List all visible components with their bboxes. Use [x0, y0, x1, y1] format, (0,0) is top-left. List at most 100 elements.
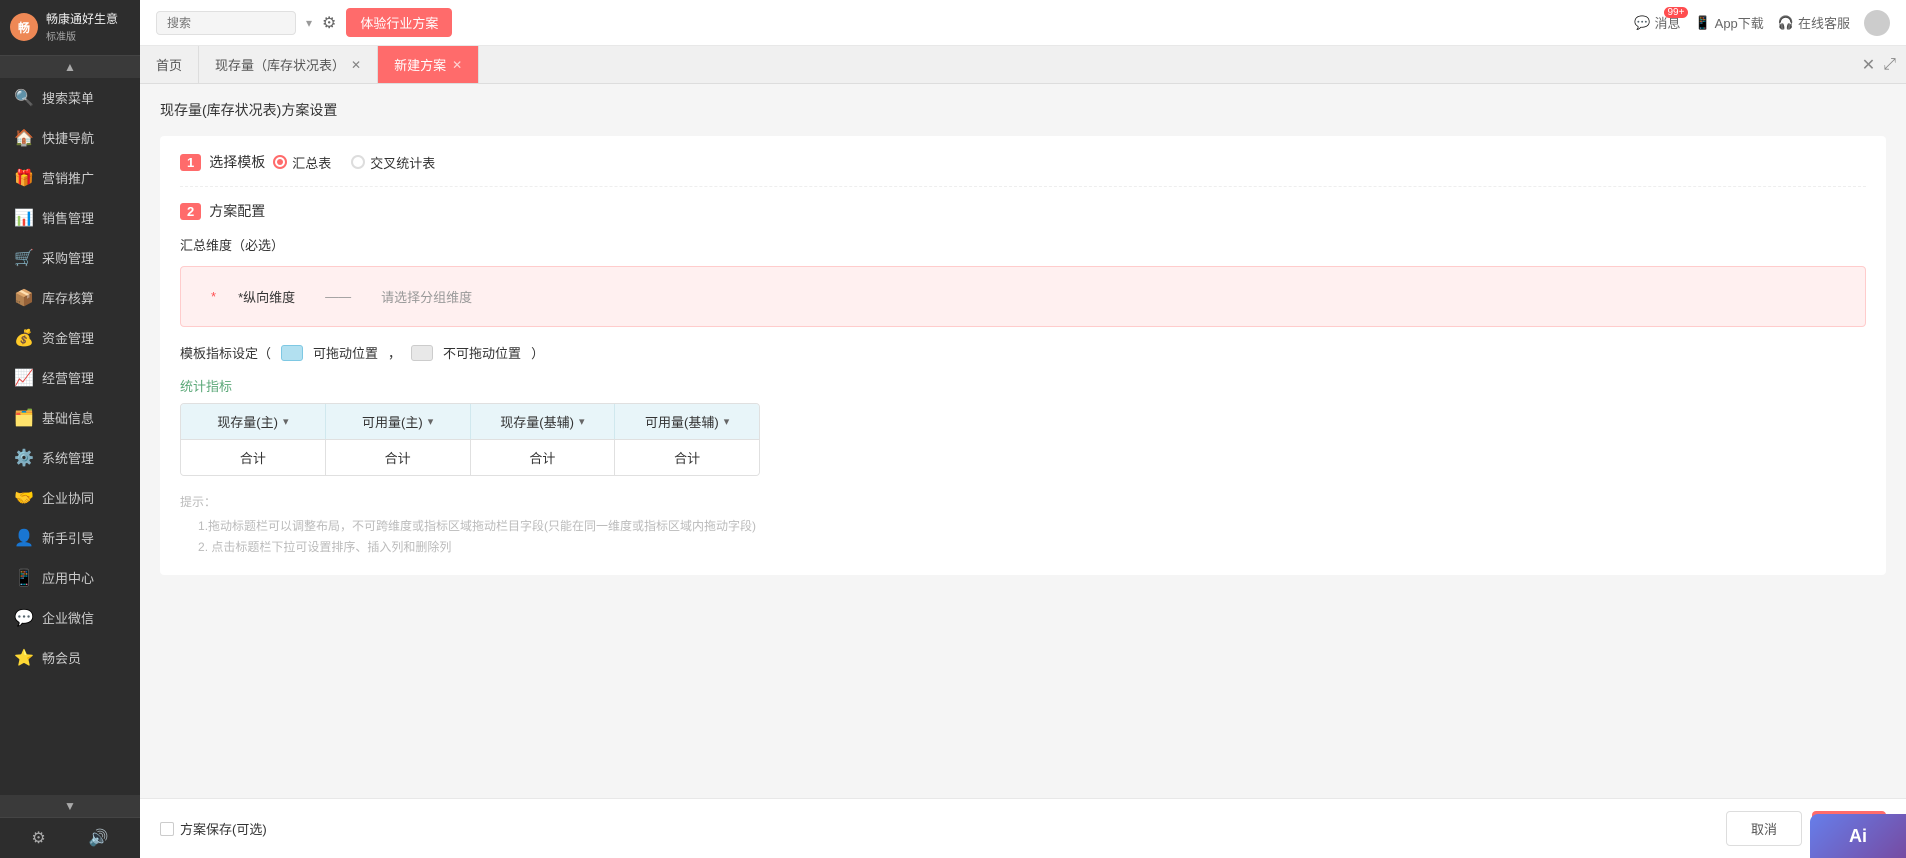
step2-title: 方案配置	[209, 201, 265, 221]
vertical-dimension-label: *纵向维度	[238, 287, 295, 306]
page-title: 现存量(库存状况表)方案设置	[160, 100, 1886, 120]
topbar-search-input[interactable]	[156, 11, 296, 35]
chevron-col-3[interactable]: ▾	[724, 415, 730, 428]
settings-footer-icon[interactable]: ⚙	[31, 828, 45, 848]
topbar-left: ▾ ⚙ 体验行业方案	[156, 8, 452, 37]
stats-table: 现存量(主) ▾ 可用量(主) ▾ 现存量(基辅) ▾ 可用量(基辅) ▾	[180, 403, 760, 476]
gift-icon: 🎁	[14, 168, 34, 188]
sidebar-footer: ⚙ 🔊	[0, 817, 140, 858]
home-icon: 🏠	[14, 128, 34, 148]
stats-header-col-2[interactable]: 现存量(基辅) ▾	[471, 404, 616, 439]
stats-label: 统计指标	[180, 376, 1866, 395]
stats-data-cell-2: 合计	[471, 440, 616, 475]
phone-icon: 📱	[14, 568, 34, 588]
required-star: *	[211, 289, 216, 304]
stats-data-row: 合计 合计 合计 合计	[181, 439, 759, 475]
tip-2: 2. 点击标题栏下拉可设置排序、插入列和删除列	[180, 537, 1866, 559]
indicator-separator: ，	[388, 343, 401, 362]
online-service-btn[interactable]: 🎧 在线客服	[1778, 13, 1850, 32]
indicator-settings-label: 模板指标设定（	[180, 343, 271, 362]
save-checkbox-box[interactable]	[160, 822, 174, 836]
chevron-col-1[interactable]: ▾	[428, 415, 434, 428]
tab-new-plan-close-icon[interactable]: ✕	[452, 58, 462, 72]
trial-btn[interactable]: 体验行业方案	[346, 8, 452, 37]
radio-cross[interactable]: 交叉统计表	[351, 153, 435, 172]
radio-cross-circle	[351, 155, 365, 169]
stats-header-col-0[interactable]: 现存量(主) ▾	[181, 404, 326, 439]
bottom-left: 方案保存(可选)	[160, 819, 267, 838]
tab-new-plan[interactable]: 新建方案 ✕	[378, 46, 479, 83]
step1-header: 1 选择模板 汇总表 交叉统计表	[180, 152, 1866, 172]
topbar-right: 💬 消息 99+ 📱 App下载 🎧 在线客服	[1634, 10, 1890, 36]
sidebar-item-operations[interactable]: 📈 经营管理	[0, 358, 140, 398]
dimension-label: 汇总维度（必选）	[180, 235, 1866, 254]
step1-title: 选择模板	[209, 152, 265, 172]
sidebar-item-newbie[interactable]: 👤 新手引导	[0, 518, 140, 558]
money-icon: 💰	[14, 328, 34, 348]
content-area: 现存量(库存状况表)方案设置 1 选择模板 汇总表 交叉统计表	[140, 84, 1906, 798]
sidebar: 畅 畅康通好生意 标准版 ▲ 🔍 搜索菜单 🏠 快捷导航 🎁 营销推广 📊 销售…	[0, 0, 140, 858]
sidebar-item-system[interactable]: ⚙️ 系统管理	[0, 438, 140, 478]
indicator-end: ）	[531, 343, 544, 362]
vertical-dimension-box[interactable]: * *纵向维度 —— 请选择分组维度	[180, 266, 1866, 327]
stats-header-col-3[interactable]: 可用量(基辅) ▾	[615, 404, 759, 439]
indicator-settings-row: 模板指标设定（ 可拖动位置 ， 不可拖动位置 ）	[180, 343, 1866, 362]
tabbar-close-icon[interactable]: ✕	[1862, 55, 1875, 75]
sidebar-item-cooperation[interactable]: 🤝 企业协同	[0, 478, 140, 518]
headset-icon: 🎧	[1778, 15, 1794, 31]
user-avatar[interactable]	[1864, 10, 1890, 36]
cancel-button[interactable]: 取消	[1726, 811, 1802, 846]
sidebar-item-wechat[interactable]: 💬 企业微信	[0, 598, 140, 638]
sidebar-item-basic[interactable]: 🗂️ 基础信息	[0, 398, 140, 438]
chevron-col-2[interactable]: ▾	[579, 415, 585, 428]
radio-summary[interactable]: 汇总表	[273, 153, 331, 172]
sidebar-item-search[interactable]: 🔍 搜索菜单	[0, 78, 140, 118]
sidebar-item-purchase[interactable]: 🛒 采购管理	[0, 238, 140, 278]
save-checkbox[interactable]: 方案保存(可选)	[160, 819, 267, 838]
template-radio-group: 汇总表 交叉统计表	[273, 153, 435, 172]
box-icon: 📦	[14, 288, 34, 308]
star-icon: ⭐	[14, 648, 34, 668]
trend-icon: 📈	[14, 368, 34, 388]
tips-box: 提示： 1.拖动标题栏可以调整布局，不可跨维度或指标区域拖动栏目字段(只能在同一…	[180, 492, 1866, 559]
tabbar-actions: ✕ ⤢	[1852, 55, 1906, 75]
sidebar-item-marketing[interactable]: 🎁 营销推广	[0, 158, 140, 198]
sidebar-item-inventory[interactable]: 📦 库存核算	[0, 278, 140, 318]
radio-summary-circle	[273, 155, 287, 169]
sound-footer-icon[interactable]: 🔊	[89, 828, 109, 848]
vertical-placeholder: 请选择分组维度	[381, 287, 472, 306]
draggable-label: 可拖动位置	[313, 343, 378, 362]
cart-icon: 🛒	[14, 248, 34, 268]
stats-header-col-1[interactable]: 可用量(主) ▾	[326, 404, 471, 439]
topbar: ▾ ⚙ 体验行业方案 💬 消息 99+ 📱 App下载 🎧 在线客服	[140, 0, 1906, 46]
chart-icon: 📊	[14, 208, 34, 228]
step2-header: 2 方案配置	[180, 201, 1866, 221]
app-logo-icon: 畅	[10, 13, 38, 41]
step1-badge: 1	[180, 154, 201, 171]
plan-settings-card: 1 选择模板 汇总表 交叉统计表 2 方案配置	[160, 136, 1886, 575]
draggable-indicator-box	[281, 345, 303, 361]
topbar-gear-icon[interactable]: ⚙	[322, 13, 336, 33]
ai-float-button[interactable]: Ai	[1810, 814, 1906, 858]
tip-1: 1.拖动标题栏可以调整布局，不可跨维度或指标区域拖动栏目字段(只能在同一维度或指…	[180, 516, 1866, 538]
sidebar-item-sales[interactable]: 📊 销售管理	[0, 198, 140, 238]
sidebar-item-member[interactable]: ⭐ 畅会员	[0, 638, 140, 678]
messages-btn[interactable]: 💬 消息 99+	[1634, 13, 1680, 32]
stats-data-cell-1: 合计	[326, 440, 471, 475]
tab-home[interactable]: 首页	[140, 46, 199, 83]
topbar-dropdown-icon[interactable]: ▾	[306, 16, 312, 30]
sidebar-item-finance[interactable]: 💰 资金管理	[0, 318, 140, 358]
chevron-col-0[interactable]: ▾	[283, 415, 289, 428]
person-icon: 👤	[14, 528, 34, 548]
sidebar-scroll-up[interactable]: ▲	[0, 56, 140, 78]
app-download-btn[interactable]: 📱 App下载	[1694, 13, 1763, 32]
sidebar-scroll-down[interactable]: ▼	[0, 795, 140, 817]
sidebar-nav: 🔍 搜索菜单 🏠 快捷导航 🎁 营销推广 📊 销售管理 🛒 采购管理 📦 库存核…	[0, 78, 140, 795]
tab-inventory-close-icon[interactable]: ✕	[351, 58, 361, 72]
sidebar-item-quick-nav[interactable]: 🏠 快捷导航	[0, 118, 140, 158]
sidebar-item-app-center[interactable]: 📱 应用中心	[0, 558, 140, 598]
message-icon: 💬	[1634, 15, 1650, 31]
tabbar-expand-icon[interactable]: ⤢	[1883, 56, 1896, 74]
tab-inventory[interactable]: 现存量（库存状况表） ✕	[199, 46, 378, 83]
vertical-dash: ——	[325, 289, 351, 304]
